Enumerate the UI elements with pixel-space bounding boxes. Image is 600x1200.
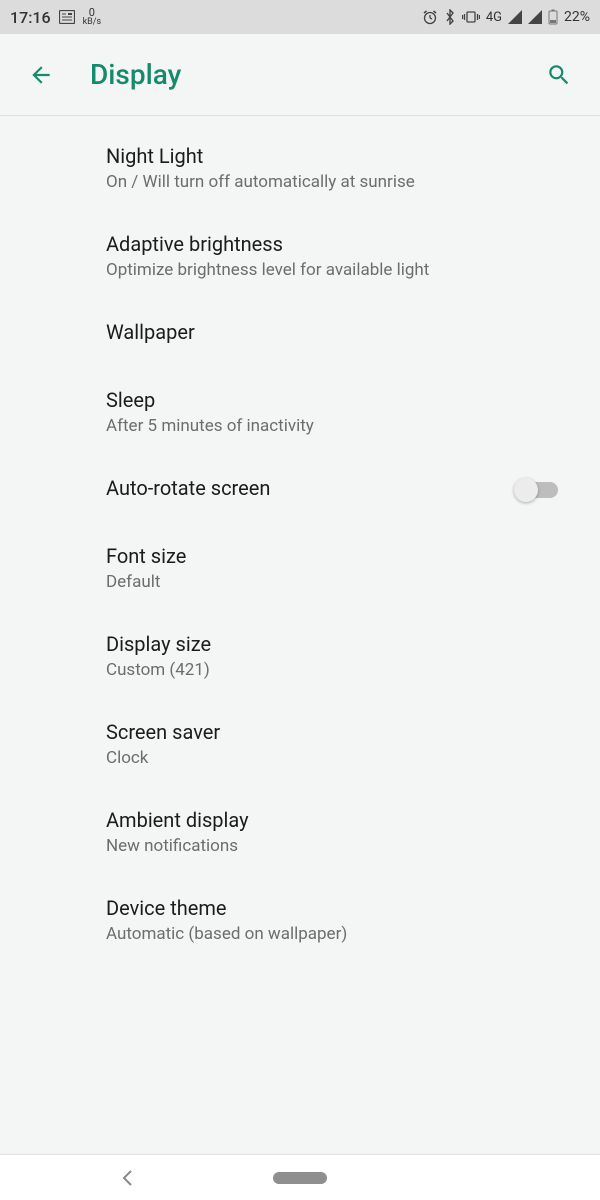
- battery-icon: [548, 9, 558, 25]
- signal-icon-2: [528, 10, 542, 24]
- setting-text: Auto-rotate screen: [106, 476, 516, 504]
- setting-title: Font size: [106, 544, 576, 568]
- app-bar: Display: [0, 34, 600, 116]
- setting-subtitle: New notifications: [106, 836, 576, 856]
- setting-title: Device theme: [106, 896, 576, 920]
- settings-list: Night Light On / Will turn off automatica…: [0, 116, 600, 972]
- setting-item[interactable]: Wallpaper: [0, 300, 600, 368]
- setting-subtitle: After 5 minutes of inactivity: [106, 416, 576, 436]
- navigation-bar: [0, 1154, 600, 1200]
- setting-item[interactable]: Adaptive brightness Optimize brightness l…: [0, 212, 600, 300]
- setting-title: Ambient display: [106, 808, 576, 832]
- setting-text: Display size Custom (421): [106, 632, 576, 680]
- setting-item[interactable]: Device theme Automatic (based on wallpape…: [0, 876, 600, 964]
- setting-title: Display size: [106, 632, 576, 656]
- setting-item[interactable]: Screen saver Clock: [0, 700, 600, 788]
- bluetooth-icon: [444, 9, 456, 25]
- setting-item[interactable]: Sleep After 5 minutes of inactivity: [0, 368, 600, 456]
- setting-subtitle: Automatic (based on wallpaper): [106, 924, 576, 944]
- alarm-icon: [422, 9, 438, 25]
- setting-title: Auto-rotate screen: [106, 476, 516, 500]
- setting-text: Device theme Automatic (based on wallpape…: [106, 896, 576, 944]
- toggle-thumb: [514, 478, 538, 502]
- setting-subtitle: On / Will turn off automatically at sunr…: [106, 172, 576, 192]
- setting-title: Wallpaper: [106, 320, 576, 344]
- signal-icon-1: [508, 10, 522, 24]
- setting-text: Night Light On / Will turn off automatica…: [106, 144, 576, 192]
- search-button[interactable]: [538, 54, 580, 96]
- setting-item[interactable]: Display size Custom (421): [0, 612, 600, 700]
- setting-item[interactable]: Auto-rotate screen: [0, 456, 600, 524]
- setting-text: Screen saver Clock: [106, 720, 576, 768]
- setting-item[interactable]: Night Light On / Will turn off automatica…: [0, 124, 600, 212]
- nav-home-pill[interactable]: [273, 1172, 327, 1184]
- setting-title: Adaptive brightness: [106, 232, 576, 256]
- setting-text: Ambient display New notifications: [106, 808, 576, 856]
- setting-title: Screen saver: [106, 720, 576, 744]
- back-button[interactable]: [20, 54, 62, 96]
- news-icon: [59, 10, 75, 24]
- battery-percent: 22%: [564, 9, 590, 25]
- setting-text: Sleep After 5 minutes of inactivity: [106, 388, 576, 436]
- vibrate-icon: [462, 10, 480, 24]
- status-right: 4G 22%: [422, 9, 590, 25]
- setting-title: Sleep: [106, 388, 576, 412]
- setting-subtitle: Default: [106, 572, 576, 592]
- setting-item[interactable]: Ambient display New notifications: [0, 788, 600, 876]
- setting-title: Night Light: [106, 144, 576, 168]
- toggle-switch[interactable]: [516, 482, 558, 498]
- status-time: 17:16: [10, 8, 51, 27]
- setting-subtitle: Custom (421): [106, 660, 576, 680]
- status-left: 17:16 0 kB/s: [10, 7, 101, 27]
- status-bar: 17:16 0 kB/s 4G 22%: [0, 0, 600, 34]
- page-title: Display: [90, 58, 538, 91]
- nav-back-button[interactable]: [120, 1169, 134, 1187]
- network-label: 4G: [486, 10, 502, 25]
- data-speed: 0 kB/s: [83, 7, 102, 27]
- setting-subtitle: Clock: [106, 748, 576, 768]
- setting-item[interactable]: Font size Default: [0, 524, 600, 612]
- setting-text: Font size Default: [106, 544, 576, 592]
- setting-text: Adaptive brightness Optimize brightness l…: [106, 232, 576, 280]
- setting-subtitle: Optimize brightness level for available …: [106, 260, 576, 280]
- setting-text: Wallpaper: [106, 320, 576, 348]
